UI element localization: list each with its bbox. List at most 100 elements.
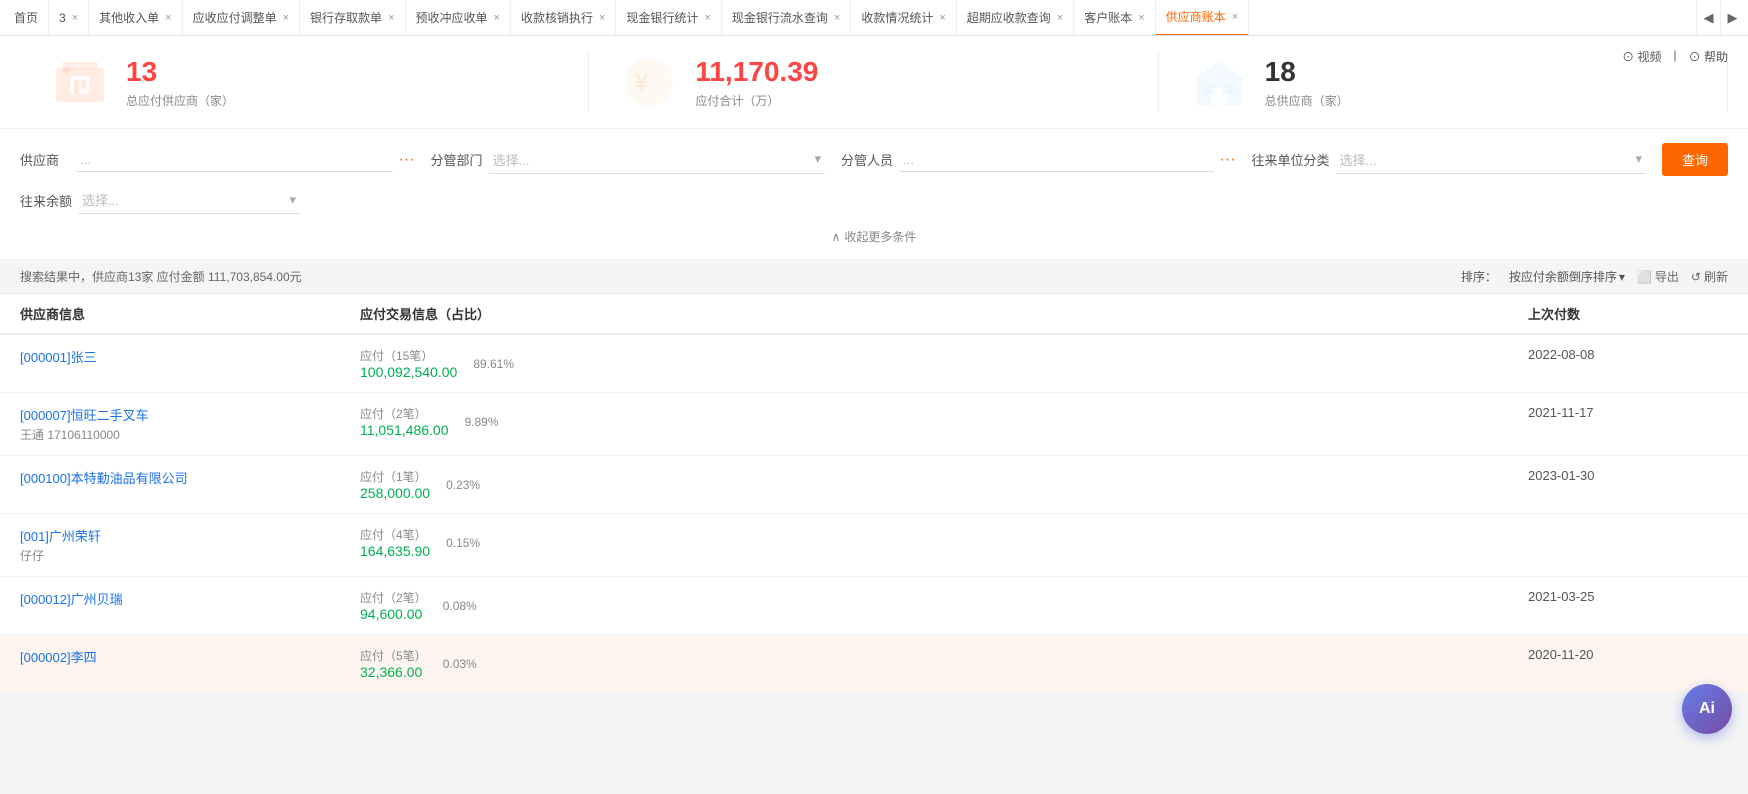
payable-cell: 应付（2笔） 94,600.00 0.08% [360, 589, 1528, 622]
summary-text-total-suppliers: 18 总供应商（家） [1265, 55, 1349, 110]
chevron-down-icon: ▾ [1619, 270, 1625, 284]
supplier-name-link[interactable]: [000001]张三 [20, 350, 97, 365]
nav-tab-3[interactable]: 3 × [49, 0, 89, 36]
dept-filter-select[interactable]: 选择... ▾ [489, 146, 825, 174]
sort-select[interactable]: 按应付余额倒序排序 ▾ [1509, 268, 1625, 285]
supplier-cell: [000001]张三 [20, 347, 360, 366]
nav-tab-prepay[interactable]: 预收冲应收单 × [406, 0, 511, 36]
nav-tab-cash-bank-stat[interactable]: 现金银行统计 × [616, 0, 721, 36]
last-pay-date: 2022-08-08 [1528, 347, 1595, 362]
nav-tab-ar-ap-adjust[interactable]: 应收应付调整单 × [183, 0, 300, 36]
balance-filter-select[interactable]: 选择... ▾ [78, 186, 300, 214]
payable-info: 应付（2笔） 94,600.00 0.08% [360, 589, 1528, 622]
close-icon[interactable]: × [1232, 11, 1238, 23]
export-button[interactable]: ⬜ 导出 [1637, 268, 1679, 285]
close-icon[interactable]: × [165, 12, 171, 24]
nav-tab-supplier-ledger[interactable]: 供应商账本 × [1156, 0, 1249, 36]
payable-icon: ¥ [619, 52, 679, 112]
nav-tab-cash-bank-flow[interactable]: 现金银行流水查询 × [722, 0, 851, 36]
last-pay-date: 2020-11-20 [1528, 647, 1594, 662]
lastpay-cell: 2022-08-08 [1528, 347, 1728, 362]
dept-filter: 分管部门 选择... ▾ [431, 146, 826, 174]
top-navigation: 首页 3 × 其他收入单 × 应收应付调整单 × 银行存取款单 × 预收冲应收单… [0, 0, 1748, 36]
close-icon[interactable]: × [599, 12, 605, 24]
supplier-cell: [000007]恒旺二手叉车 王通 17106110000 [20, 405, 360, 443]
payable-cell: 应付（4笔） 164,635.90 0.15% [360, 526, 1528, 559]
payable-suppliers-label: 总应付供应商（家） [126, 92, 234, 109]
nav-tab-customer-ledger[interactable]: 客户账本 × [1074, 0, 1155, 36]
help-icon: ⊙ [1689, 50, 1701, 64]
payable-cell: 应付（2笔） 11,051,486.00 9.89% [360, 405, 1528, 438]
nav-tab-other-income[interactable]: 其他收入单 × [89, 0, 182, 36]
result-text: 搜索结果中，供应商13家 应付金额 111,703,854.00元 [20, 268, 302, 285]
payable-amount-link[interactable]: 164,635.90 [360, 543, 430, 559]
close-icon[interactable]: × [1138, 12, 1144, 24]
supplier-filter-input[interactable] [76, 148, 393, 172]
nav-tab-home[interactable]: 首页 [4, 0, 49, 36]
close-icon[interactable]: × [388, 12, 394, 24]
nav-tab-collection[interactable]: 收款核销执行 × [511, 0, 616, 36]
category-filter-select[interactable]: 选择... ▾ [1336, 146, 1646, 174]
filter-row-2: 往来余额 选择... ▾ [20, 186, 1728, 214]
balance-filter-label: 往来余额 [20, 191, 72, 210]
export-icon: ⬜ [1637, 270, 1652, 284]
supplier-name-link[interactable]: [000002]李四 [20, 650, 97, 665]
col-header-lastpay: 上次付数 [1528, 304, 1728, 323]
help-link[interactable]: ⊙ 帮助 [1689, 48, 1728, 65]
summary-area: ❖ 13 总应付供应商（家） ¥ 11,170.39 应付合计（万） [0, 36, 1748, 129]
close-icon[interactable]: × [72, 12, 78, 24]
payable-info: 应付（1笔） 258,000.00 0.23% [360, 468, 1528, 501]
lastpay-cell: 2021-11-17 [1528, 405, 1728, 420]
search-button[interactable]: 查询 [1662, 143, 1728, 176]
nav-tab-bank-deposit[interactable]: 银行存取款单 × [300, 0, 405, 36]
person-filter-input[interactable] [899, 148, 1214, 172]
nav-tab-overdue[interactable]: 超期应收款查询 × [957, 0, 1074, 36]
payable-info: 应付（2笔） 11,051,486.00 9.89% [360, 405, 1528, 438]
supplier-name-link[interactable]: [000012]广州贝瑞 [20, 592, 123, 607]
total-suppliers-label: 总供应商（家） [1265, 92, 1349, 109]
supplier-name-link[interactable]: [000007]恒旺二手叉车 [20, 408, 149, 423]
nav-next-arrow[interactable]: ▶ [1720, 0, 1744, 36]
lastpay-cell: 2023-01-30 [1528, 468, 1728, 483]
chevron-down-icon: ▾ [1635, 151, 1642, 167]
summary-text-payable-suppliers: 13 总应付供应商（家） [126, 55, 234, 110]
payable-cell: 应付（1笔） 258,000.00 0.23% [360, 468, 1528, 501]
top-right-links: ⊙ 视频 | ⊙ 帮助 [1622, 48, 1728, 65]
payable-amount-link[interactable]: 94,600.00 [360, 606, 422, 622]
col-header-supplier: 供应商信息 [20, 304, 360, 323]
filter-row-1: 供应商 ··· 分管部门 选择... ▾ 分管人员 ··· 往来单位分类 选择.… [20, 143, 1728, 176]
payable-amount-link[interactable]: 32,366.00 [360, 664, 422, 680]
close-icon[interactable]: × [1057, 12, 1063, 24]
close-icon[interactable]: × [939, 12, 945, 24]
refresh-button[interactable]: ↺ 刷新 [1691, 268, 1728, 285]
payable-percent: 0.15% [446, 536, 480, 550]
category-filter: 往来单位分类 选择... ▾ [1252, 146, 1647, 174]
supplier-cell: [000100]本特勤油品有限公司 [20, 468, 360, 487]
person-ellipsis-icon[interactable]: ··· [1220, 151, 1236, 169]
video-link[interactable]: ⊙ 视频 [1622, 48, 1661, 65]
balance-filter: 往来余额 选择... ▾ [20, 186, 300, 214]
col-header-payable: 应付交易信息（占比） [360, 304, 1528, 323]
payable-amount-link[interactable]: 11,051,486.00 [360, 422, 449, 438]
payable-info: 应付（5笔） 32,366.00 0.03% [360, 647, 1528, 680]
close-icon[interactable]: × [283, 12, 289, 24]
nav-tab-collection-stat[interactable]: 收款情况统计 × [851, 0, 956, 36]
supplier-cell: [000012]广州贝瑞 [20, 589, 360, 608]
supplier-name-link[interactable]: [001]广州荣轩 [20, 529, 101, 544]
summary-card-payable-suppliers: ❖ 13 总应付供应商（家） [20, 52, 589, 112]
payable-percent: 9.89% [465, 415, 499, 429]
close-icon[interactable]: × [494, 12, 500, 24]
collapse-filter-button[interactable]: ∧ 收起更多条件 [20, 224, 1728, 249]
payable-label: 应付（2笔） [360, 405, 449, 422]
nav-prev-arrow[interactable]: ◀ [1696, 0, 1720, 36]
store-icon [1189, 52, 1249, 112]
payable-amount-link[interactable]: 100,092,540.00 [360, 364, 457, 380]
supplier-cell: [001]广州荣轩 仔仔 [20, 526, 360, 564]
table-row: [000100]本特勤油品有限公司 应付（1笔） 258,000.00 0.23… [0, 456, 1748, 514]
supplier-ellipsis-icon[interactable]: ··· [399, 151, 415, 169]
ai-button[interactable]: Ai [1682, 684, 1732, 734]
close-icon[interactable]: × [834, 12, 840, 24]
close-icon[interactable]: × [704, 12, 710, 24]
supplier-name-link[interactable]: [000100]本特勤油品有限公司 [20, 471, 188, 486]
payable-amount-link[interactable]: 258,000.00 [360, 485, 430, 501]
